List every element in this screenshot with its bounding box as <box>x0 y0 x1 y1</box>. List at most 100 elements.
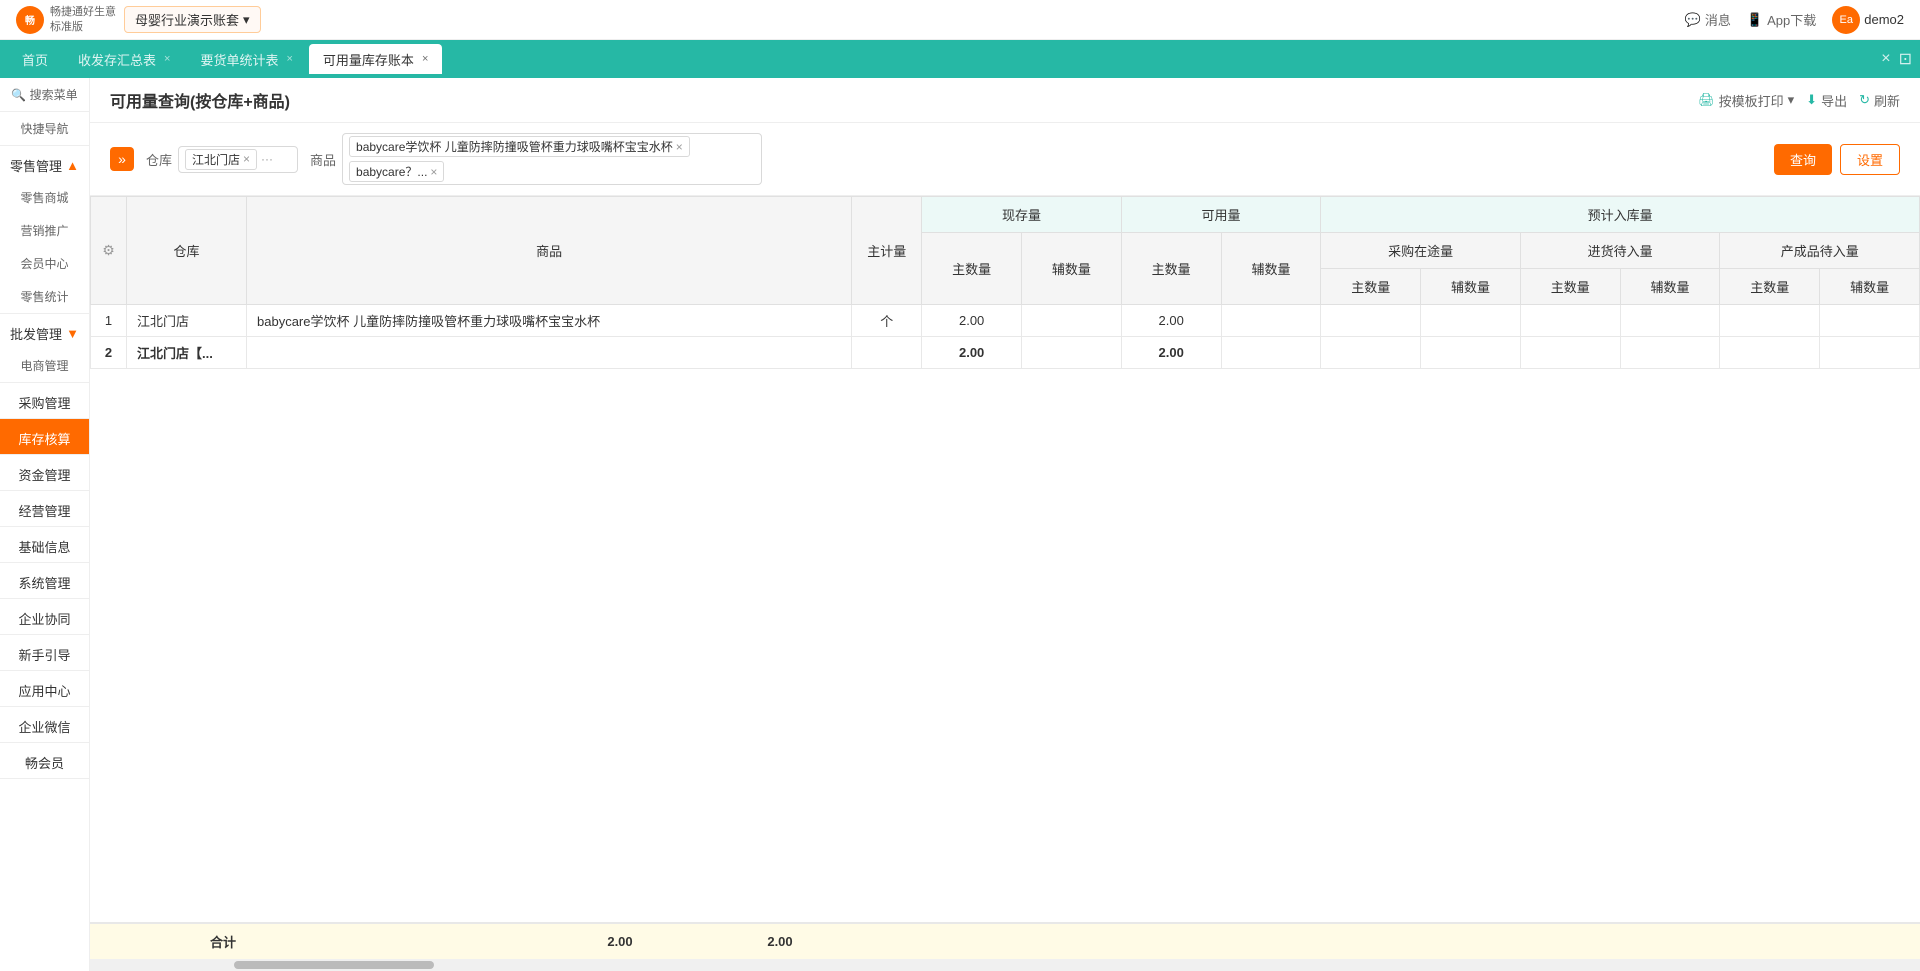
td-unit-2 <box>852 337 922 369</box>
footer-avail-main: 2.00 <box>740 934 820 949</box>
top-bar: 畅 畅捷通好生意 标准版 母婴行业演示账套 ▾ 💬 消息 📱 App下载 Ea … <box>0 0 1920 40</box>
close-window-btn[interactable]: × <box>1881 50 1890 68</box>
message-icon: 💬 <box>1685 12 1701 28</box>
maximize-btn[interactable]: ⊡ <box>1899 49 1912 69</box>
industry-selector[interactable]: 母婴行业演示账套 ▾ <box>124 6 261 33</box>
filter-toggle-btn[interactable]: » <box>110 147 134 171</box>
th-purchase-in-transit: 采购在途量 <box>1321 233 1521 269</box>
print-btn[interactable]: 🖨 按模板打印 ▾ <box>1698 91 1794 110</box>
sidebar-section-system: 系统管理 <box>0 563 89 599</box>
sidebar-section-basic: 基础信息 <box>0 527 89 563</box>
scroll-thumb[interactable] <box>234 961 434 969</box>
app-download-btn[interactable]: 📱 App下载 <box>1747 10 1816 29</box>
sidebar-section-vip: 畅会员 <box>0 743 89 779</box>
download-icon: 📱 <box>1747 12 1763 28</box>
product-tags[interactable]: babycare学饮杯 儿童防摔防撞吸管杯重力球吸嘴杯宝宝水杯 × babyca… <box>342 133 762 185</box>
sidebar-section-finance: 资金管理 <box>0 455 89 491</box>
td-avail-main-2: 2.00 <box>1121 337 1221 369</box>
td-pur-pending-main-2 <box>1520 337 1620 369</box>
sidebar-item-vip[interactable]: 畅会员 <box>0 743 89 778</box>
td-product-1: babycare学饮杯 儿童防摔防撞吸管杯重力球吸嘴杯宝宝水杯 <box>247 305 852 337</box>
sidebar-item-retail-stats[interactable]: 零售统计 <box>0 280 89 313</box>
td-fin-pending-sub-2 <box>1820 337 1920 369</box>
tab-order-stats[interactable]: 要货单统计表 × <box>186 44 306 74</box>
chevron-down-icon: ▾ <box>1788 92 1795 108</box>
page-header: 可用量查询(按仓库+商品) 🖨 按模板打印 ▾ ⬇ 导出 ↻ 刷新 <box>90 78 1920 123</box>
chevron-up-icon: ▲ <box>66 158 79 173</box>
export-btn[interactable]: ⬇ 导出 <box>1806 91 1847 110</box>
td-pur-pending-main-1 <box>1520 305 1620 337</box>
sidebar-item-ecommerce[interactable]: 电商管理 <box>0 349 89 382</box>
sidebar-item-members[interactable]: 会员中心 <box>0 247 89 280</box>
refresh-btn[interactable]: ↻ 刷新 <box>1859 91 1900 110</box>
print-icon: 🖨 <box>1698 92 1715 108</box>
td-unit-1: 个 <box>852 305 922 337</box>
remove-product-tag-2[interactable]: × <box>430 165 437 179</box>
sidebar-item-collab[interactable]: 企业协同 <box>0 599 89 634</box>
settings-btn[interactable]: 设置 <box>1840 144 1900 175</box>
sidebar-item-system[interactable]: 系统管理 <box>0 563 89 598</box>
close-tab-2[interactable]: × <box>286 53 292 65</box>
user-menu[interactable]: Ea demo2 <box>1832 6 1904 34</box>
sidebar: 🔍 搜索菜单 快捷导航 零售管理 ▲ 零售商城 营销推广 会员中心 零售统计 <box>0 78 90 971</box>
td-current-sub-1 <box>1022 305 1122 337</box>
td-current-sub-2 <box>1022 337 1122 369</box>
close-tab-1[interactable]: × <box>164 53 170 65</box>
remove-warehouse-tag[interactable]: × <box>243 152 250 166</box>
main-layout: 🔍 搜索菜单 快捷导航 零售管理 ▲ 零售商城 营销推广 会员中心 零售统计 <box>0 78 1920 971</box>
th-unit: 主计量 <box>852 197 922 305</box>
td-avail-sub-2 <box>1221 337 1321 369</box>
sidebar-section-wechat: 企业微信 <box>0 707 89 743</box>
th-pur-pending-sub: 辅数量 <box>1620 269 1720 305</box>
product-tag-babycare2: babycare？... × <box>349 161 444 182</box>
message-btn[interactable]: 💬 消息 <box>1685 10 1731 29</box>
sidebar-item-operation[interactable]: 经营管理 <box>0 491 89 526</box>
sidebar-quick-nav[interactable]: 快捷导航 <box>0 112 89 146</box>
th-current-stock-group: 现存量 <box>922 197 1122 233</box>
sidebar-section-wholesale: 批发管理 ▼ 电商管理 <box>0 314 89 383</box>
sidebar-search[interactable]: 🔍 搜索菜单 <box>0 78 89 112</box>
avatar: Ea <box>1832 6 1860 34</box>
sidebar-item-guide[interactable]: 新手引导 <box>0 635 89 670</box>
th-gear: ⚙ <box>91 197 127 305</box>
th-fin-pending-sub: 辅数量 <box>1820 269 1920 305</box>
sidebar-item-inventory[interactable]: 库存核算 <box>0 419 89 454</box>
close-tab-3[interactable]: × <box>422 53 428 65</box>
tab-home[interactable]: 首页 <box>8 44 62 74</box>
tab-inventory-summary[interactable]: 收发存汇总表 × <box>64 44 184 74</box>
gear-icon[interactable]: ⚙ <box>102 242 115 258</box>
sidebar-item-wechat[interactable]: 企业微信 <box>0 707 89 742</box>
td-num-2: 2 <box>91 337 127 369</box>
warehouse-more[interactable]: ··· <box>261 152 273 166</box>
footer-current-sub <box>660 934 740 949</box>
th-product: 商品 <box>247 197 852 305</box>
sidebar-section-wholesale-header[interactable]: 批发管理 ▼ <box>0 314 89 349</box>
product-filter: 商品 babycare学饮杯 儿童防摔防撞吸管杯重力球吸嘴杯宝宝水杯 × bab… <box>310 133 762 185</box>
th-available-group: 可用量 <box>1121 197 1321 233</box>
th-pur-pending-main: 主数量 <box>1520 269 1620 305</box>
sidebar-section-retail-header[interactable]: 零售管理 ▲ <box>0 146 89 181</box>
sidebar-item-appcenter[interactable]: 应用中心 <box>0 671 89 706</box>
sidebar-section-operation: 经营管理 <box>0 491 89 527</box>
tab-available-stock[interactable]: 可用量库存账本 × <box>309 44 442 74</box>
sidebar-item-basic[interactable]: 基础信息 <box>0 527 89 562</box>
warehouse-tags[interactable]: 江北门店 × ··· <box>178 146 298 173</box>
horizontal-scrollbar[interactable] <box>90 959 1920 971</box>
footer-values: 2.00 2.00 <box>510 934 1920 949</box>
sidebar-item-marketing[interactable]: 营销推广 <box>0 214 89 247</box>
td-warehouse-1: 江北门店 <box>127 305 247 337</box>
tab-bar: 首页 收发存汇总表 × 要货单统计表 × 可用量库存账本 × × ⊡ <box>0 40 1920 78</box>
sidebar-item-purchase[interactable]: 采购管理 <box>0 383 89 418</box>
sidebar-item-retail-mall[interactable]: 零售商城 <box>0 181 89 214</box>
th-available-main: 主数量 <box>1121 233 1221 305</box>
export-icon: ⬇ <box>1806 92 1817 108</box>
query-btn[interactable]: 查询 <box>1774 144 1832 175</box>
remove-product-tag-1[interactable]: × <box>676 140 683 154</box>
table-row: 1 江北门店 babycare学饮杯 儿童防摔防撞吸管杯重力球吸嘴杯宝宝水杯 个… <box>91 305 1920 337</box>
th-purchase-pending: 进货待入量 <box>1520 233 1720 269</box>
top-bar-left: 畅 畅捷通好生意 标准版 母婴行业演示账套 ▾ <box>16 5 261 34</box>
sidebar-item-finance[interactable]: 资金管理 <box>0 455 89 490</box>
td-avail-sub-1 <box>1221 305 1321 337</box>
content-area: 可用量查询(按仓库+商品) 🖨 按模板打印 ▾ ⬇ 导出 ↻ 刷新 <box>90 78 1920 971</box>
filter-actions: 查询 设置 <box>1774 144 1900 175</box>
